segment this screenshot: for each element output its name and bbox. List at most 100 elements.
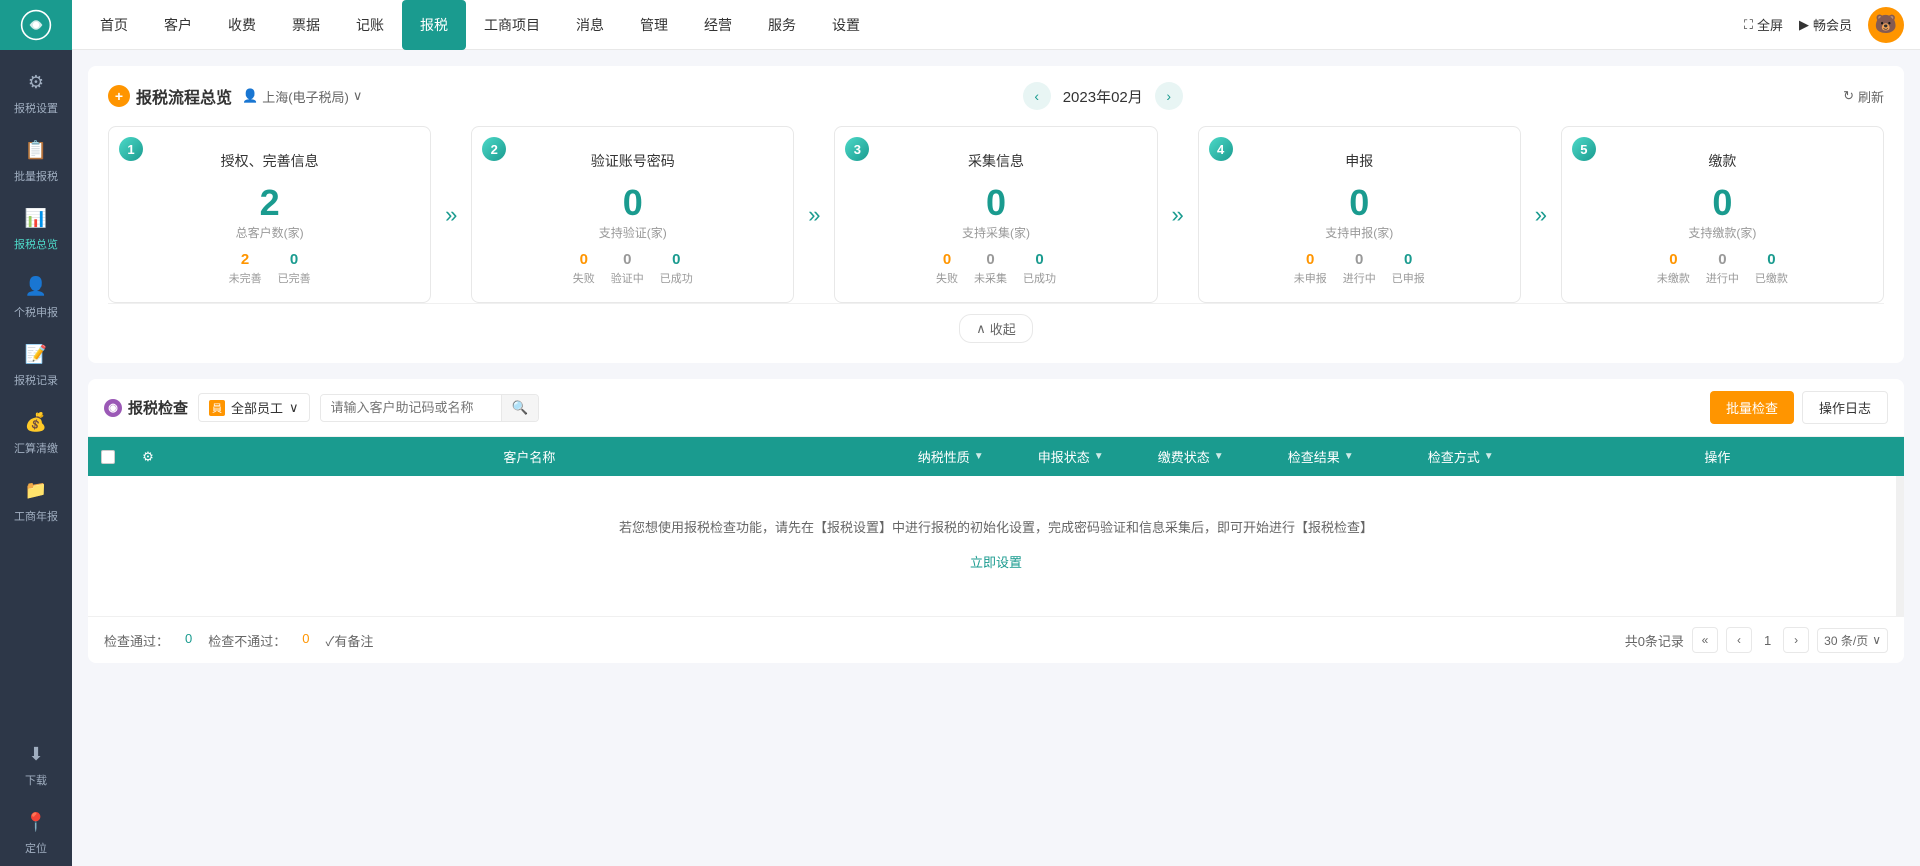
- sidebar-item-1[interactable]: 📋批量报税: [0, 126, 72, 194]
- nav-item-记账[interactable]: 记账: [338, 0, 402, 50]
- step-details-1: 0 失败 0 验证中 0 已成功: [488, 251, 777, 286]
- check-title-icon: ◉: [104, 399, 122, 417]
- step-num-0: 1: [119, 137, 143, 161]
- nav-item-首页[interactable]: 首页: [82, 0, 146, 50]
- filter-icon[interactable]: ▼: [974, 451, 984, 462]
- nav-item-报税[interactable]: 报税: [402, 0, 466, 50]
- step-title-4: 缴款: [1578, 143, 1867, 171]
- sidebar-item-3[interactable]: 👤个税申报: [0, 262, 72, 330]
- staff-selector[interactable]: 員 全部员工 ∨: [198, 393, 310, 422]
- pagination: 共0条记录 « ‹ 1 › 30 条/页 ∨: [1625, 627, 1888, 653]
- tax-check-card: ◉ 报税检查 員 全部员工 ∨ 🔍 批量检查 操作日志: [88, 379, 1904, 663]
- nav-item-服务[interactable]: 服务: [750, 0, 814, 50]
- first-page-button[interactable]: «: [1692, 627, 1718, 653]
- step-arrow-1: »: [431, 126, 471, 303]
- step-main-num-1: 0: [488, 181, 777, 224]
- search-button[interactable]: 🔍: [501, 395, 539, 421]
- dropdown-chevron-icon: ∨: [1872, 633, 1881, 647]
- select-all-checkbox[interactable]: [101, 450, 115, 464]
- scrollbar[interactable]: [1896, 476, 1904, 616]
- nav-item-经营[interactable]: 经营: [686, 0, 750, 50]
- sidebar-item-4[interactable]: 📝报税记录: [0, 330, 72, 398]
- step-details-0: 2 未完善 0 已完善: [125, 251, 414, 286]
- sidebar-icon-5: 💰: [22, 408, 50, 436]
- sidebar-icon-4: 📝: [22, 340, 50, 368]
- filter-icon-2[interactable]: ▼: [1094, 451, 1104, 462]
- step-detail: 0 已成功: [1023, 251, 1056, 286]
- month-navigation: ‹ 2023年02月 ›: [1023, 82, 1183, 110]
- nav-menu: 首页客户收费票据记账报税工商项目消息管理经营服务设置: [72, 0, 1744, 50]
- sidebar: ⚙报税设置📋批量报税📊报税总览👤个税申报📝报税记录💰汇算清缴📁工商年报 ⬇下载📍…: [0, 50, 72, 866]
- logo[interactable]: [0, 0, 72, 50]
- step-card-0: 1 授权、完善信息 2 总客户数(家) 2 未完善 0 已完善: [108, 126, 431, 303]
- nav-item-管理[interactable]: 管理: [622, 0, 686, 50]
- overview-header: + 报税流程总览 👤 上海(电子税局) ∨ ‹ 2023年02月 › ↻: [108, 82, 1884, 110]
- sidebar-item-6[interactable]: 📁工商年报: [0, 466, 72, 534]
- th-checkbox: [88, 437, 128, 476]
- step-arrow-4: »: [1521, 126, 1561, 303]
- sidebar-icon-3: 👤: [22, 272, 50, 300]
- nav-item-收费[interactable]: 收费: [210, 0, 274, 50]
- step-detail: 0 失败: [573, 251, 595, 286]
- th-declare-status: 申报状态 ▼: [1011, 437, 1131, 476]
- step-detail: 0 未采集: [974, 251, 1007, 286]
- nav-item-设置[interactable]: 设置: [814, 0, 878, 50]
- gear-icon[interactable]: ⚙: [142, 449, 154, 465]
- filter-icon-3[interactable]: ▼: [1214, 451, 1224, 462]
- footer-stats: 检查通过： 0 检查不通过： 0 ✓有备注: [104, 631, 373, 650]
- member-button[interactable]: ▶ 畅会员: [1799, 15, 1852, 34]
- main-content: + 报税流程总览 👤 上海(电子税局) ∨ ‹ 2023年02月 › ↻: [72, 50, 1920, 866]
- nav-item-票据[interactable]: 票据: [274, 0, 338, 50]
- next-month-button[interactable]: ›: [1155, 82, 1183, 110]
- batch-check-button[interactable]: 批量检查: [1710, 391, 1794, 424]
- next-page-button[interactable]: ›: [1783, 627, 1809, 653]
- table-scroll-area: 若您想使用报税检查功能，请先在【报税设置】中进行报税的初始化设置，完成密码验证和…: [88, 476, 1904, 616]
- step-detail: 0 已完善: [278, 251, 311, 286]
- location-icon: 👤: [242, 88, 258, 104]
- per-page-select[interactable]: 30 条/页 ∨: [1817, 628, 1888, 653]
- operation-log-button[interactable]: 操作日志: [1802, 391, 1888, 424]
- nav-item-客户[interactable]: 客户: [146, 0, 210, 50]
- pass-count[interactable]: 0: [185, 631, 192, 650]
- current-page: 1: [1760, 633, 1775, 648]
- step-detail: 0 已成功: [660, 251, 693, 286]
- step-main-num-2: 0: [851, 181, 1140, 224]
- fail-count[interactable]: 0: [302, 631, 309, 650]
- sidebar-bottom-item-0[interactable]: ⬇下载: [0, 730, 72, 798]
- step-title-0: 授权、完善信息: [125, 143, 414, 171]
- chevron-down-icon: ∨: [353, 88, 363, 104]
- sidebar-item-5[interactable]: 💰汇算清缴: [0, 398, 72, 466]
- th-gear: ⚙: [128, 437, 168, 476]
- step-card-2: 3 采集信息 0 支持采集(家) 0 失败 0 未采集 0 已成功: [834, 126, 1157, 303]
- top-navigation: 首页客户收费票据记账报税工商项目消息管理经营服务设置 ⛶ 全屏 ▶ 畅会员 🐻: [0, 0, 1920, 50]
- sidebar-item-2[interactable]: 📊报税总览: [0, 194, 72, 262]
- nav-item-消息[interactable]: 消息: [558, 0, 622, 50]
- th-fee-status: 缴费状态 ▼: [1131, 437, 1251, 476]
- setup-link[interactable]: 立即设置: [970, 555, 1022, 570]
- staff-icon: 員: [209, 400, 225, 416]
- pass-label: 检查通过：: [104, 631, 169, 650]
- nav-item-工商项目[interactable]: 工商项目: [466, 0, 558, 50]
- sidebar-bottom-icon-0: ⬇: [22, 740, 50, 768]
- fail-label: 检查不通过：: [208, 631, 286, 650]
- table-empty: 若您想使用报税检查功能，请先在【报税设置】中进行报税的初始化设置，完成密码验证和…: [88, 476, 1904, 610]
- filter-icon-4[interactable]: ▼: [1344, 451, 1354, 462]
- prev-page-button[interactable]: ‹: [1726, 627, 1752, 653]
- step-detail: 0 未缴款: [1657, 251, 1690, 286]
- sidebar-bottom-item-1[interactable]: 📍定位: [0, 798, 72, 866]
- filter-icon-5[interactable]: ▼: [1484, 451, 1494, 462]
- collapse-button[interactable]: ∧ 收起: [959, 314, 1033, 343]
- fullscreen-button[interactable]: ⛶ 全屏: [1744, 15, 1783, 34]
- th-check-method: 检查方式 ▼: [1391, 437, 1531, 476]
- check-title-text: 报税检查: [128, 397, 188, 418]
- prev-month-button[interactable]: ‹: [1023, 82, 1051, 110]
- refresh-button[interactable]: ↻ 刷新: [1843, 87, 1884, 106]
- chevron-up-icon: ∧: [976, 321, 986, 337]
- per-page-label: 30 条/页: [1824, 632, 1868, 649]
- search-input[interactable]: [321, 395, 501, 420]
- table-footer: 检查通过： 0 检查不通过： 0 ✓有备注 共0条记录 « ‹ 1 › 30 条…: [88, 616, 1904, 663]
- step-sub-3: 支持申报(家): [1215, 224, 1504, 241]
- location-selector[interactable]: 👤 上海(电子税局) ∨: [242, 87, 362, 106]
- sidebar-item-0[interactable]: ⚙报税设置: [0, 58, 72, 126]
- step-detail: 0 已申报: [1392, 251, 1425, 286]
